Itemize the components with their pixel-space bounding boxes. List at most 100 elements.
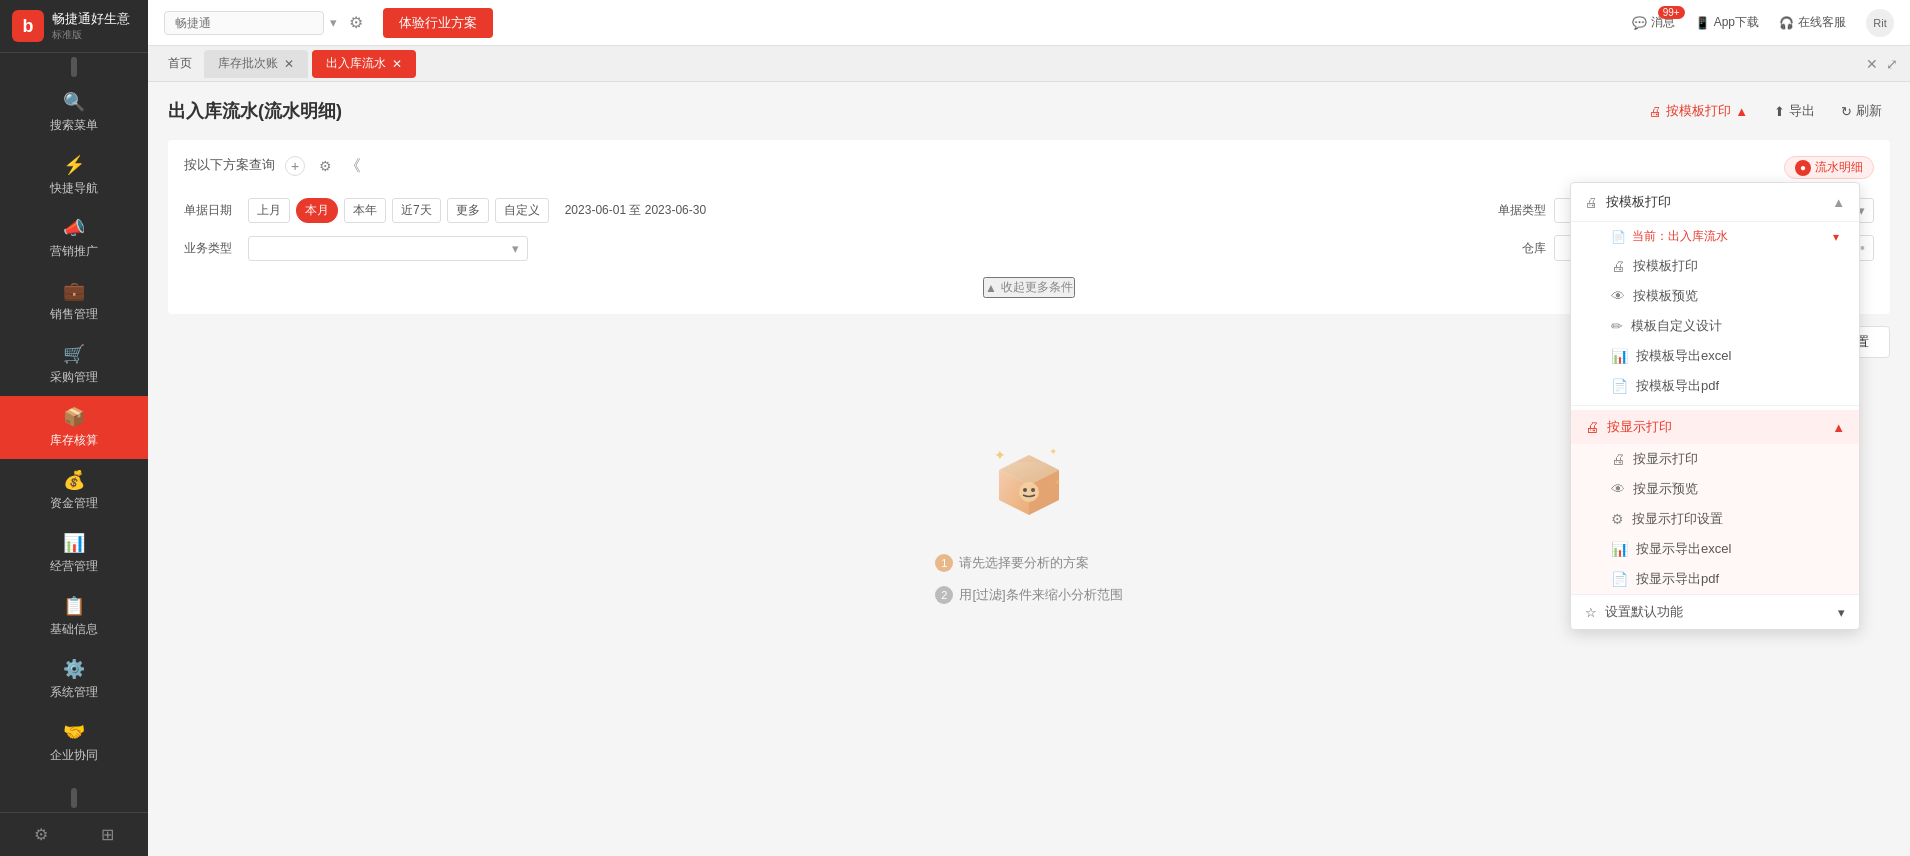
message-badge: 99+ [1658, 6, 1685, 19]
tab-flow-close[interactable]: ✕ [392, 57, 402, 71]
gear-icon: ⚙️ [63, 658, 85, 680]
page-header: 出入库流水(流水明细) 🖨 按模板打印 ▲ ⬆ 导出 ↻ [168, 98, 1890, 124]
refresh-btn[interactable]: ↻ 刷新 [1833, 98, 1890, 124]
sidebar-item-finance[interactable]: 💰 资金管理 [0, 459, 148, 522]
sidebar-item-label: 系统管理 [50, 684, 98, 701]
display-section-arrow[interactable]: ▲ [1832, 420, 1845, 435]
display-print-section-header[interactable]: 🖨 按显示打印 ▲ [1571, 410, 1859, 444]
sidebar-item-search[interactable]: 🔍 搜索菜单 [0, 81, 148, 144]
topbar: ▾ ⚙ 体验行业方案 💬 消息 99+ 📱 App下载 🎧 在线客服 [148, 0, 1910, 46]
display-print-btn[interactable]: 🖨 按显示打印 [1571, 444, 1859, 474]
display-excel-icon: 📊 [1611, 541, 1628, 557]
svg-text:✦: ✦ [1049, 446, 1057, 457]
tab-flow[interactable]: 出入库流水 ✕ [312, 50, 416, 78]
print-panel-header: 🖨 按模板打印 ▲ [1571, 183, 1859, 222]
sidebar-scroll-down[interactable] [71, 788, 77, 808]
online-service-btn[interactable]: 🎧 在线客服 [1779, 14, 1846, 31]
sidebar-item-operations[interactable]: 📊 经营管理 [0, 522, 148, 585]
step-2-circle: 2 [935, 586, 953, 604]
svg-text:✦: ✦ [1054, 478, 1061, 487]
filter-tag-icon: ● [1795, 160, 1811, 176]
date-filter-buttons: 上月 本月 本年 近7天 更多 自定义 [248, 198, 549, 223]
sidebar-item-purchase[interactable]: 🛒 采购管理 [0, 333, 148, 396]
tab-batch[interactable]: 库存批次账 ✕ [204, 50, 308, 78]
tab-flow-label: 出入库流水 [326, 55, 386, 72]
sidebar-item-newbie[interactable]: 🎯 新手引导 [0, 774, 148, 784]
display-export-pdf-btn[interactable]: 📄 按显示导出pdf [1571, 564, 1859, 594]
display-print-label: 按显示打印 [1633, 450, 1698, 468]
print-template-btn[interactable]: 🖨 按模板打印 ▲ [1641, 98, 1756, 124]
topbar-gear-icon[interactable]: ⚙ [349, 13, 363, 32]
empty-state-steps: 1 请先选择要分析的方案 2 用[过滤]条件来缩小分析范围 [935, 550, 1122, 608]
sidebar-item-label: 基础信息 [50, 621, 98, 638]
template-export-pdf-btn[interactable]: 📄 按模板导出pdf [1571, 371, 1859, 401]
user-avatar[interactable]: Rit [1866, 9, 1894, 37]
date-btn-this-month[interactable]: 本月 [296, 198, 338, 223]
display-print-settings-btn[interactable]: ⚙ 按显示打印设置 [1571, 504, 1859, 534]
template-print-btn[interactable]: 🖨 按模板打印 [1571, 251, 1859, 281]
display-settings-icon: ⚙ [1611, 511, 1624, 527]
page-content: 出入库流水(流水明细) 🖨 按模板打印 ▲ ⬆ 导出 ↻ [148, 82, 1910, 856]
settings-footer-btn[interactable]: ⚙ [34, 825, 48, 844]
template-preview-btn[interactable]: 👁 按模板预览 [1571, 281, 1859, 311]
default-settings-btn[interactable]: ☆ 设置默认功能 ▾ [1571, 594, 1859, 629]
app-download-btn[interactable]: 📱 App下载 [1695, 14, 1759, 31]
sidebar-item-label: 搜索菜单 [50, 117, 98, 134]
date-btn-7days[interactable]: 近7天 [392, 198, 441, 223]
sidebar-item-system[interactable]: ⚙️ 系统管理 [0, 648, 148, 711]
sidebar-scroll-up[interactable] [71, 57, 77, 77]
template-custom-btn[interactable]: ✏ 模板自定义设计 [1571, 311, 1859, 341]
filter-label: 按以下方案查询 [184, 156, 275, 174]
sidebar-logo: b 畅捷通好生意 标准版 [0, 0, 148, 53]
refresh-icon: ↻ [1841, 104, 1852, 119]
tab-batch-close[interactable]: ✕ [284, 57, 294, 71]
display-preview-btn[interactable]: 👁 按显示预览 [1571, 474, 1859, 504]
collapse-more-btn[interactable]: ▲ 收起更多条件 [983, 277, 1075, 298]
tabs-right: ✕ ⤢ [1866, 56, 1898, 72]
sidebar-item-basic[interactable]: 📋 基础信息 [0, 585, 148, 648]
sidebar-item-label: 资金管理 [50, 495, 98, 512]
print-current-arrow[interactable]: ▾ [1833, 230, 1839, 244]
display-print-settings-label: 按显示打印设置 [1632, 510, 1723, 528]
sidebar-nav: 🔍 搜索菜单 ⚡ 快捷导航 📣 营销推广 💼 销售管理 🛒 采购管理 📦 [0, 81, 148, 784]
add-filter-btn[interactable]: + [285, 156, 305, 176]
default-settings-arrow[interactable]: ▾ [1838, 605, 1845, 620]
export-btn[interactable]: ⬆ 导出 [1766, 98, 1823, 124]
svg-text:✦: ✦ [994, 447, 1006, 463]
lightning-icon: ⚡ [63, 154, 85, 176]
filter-collapse-left-btn[interactable]: 《 [345, 156, 361, 177]
expand-tab-btn[interactable]: ⤢ [1886, 56, 1898, 72]
print-panel-close-arrow[interactable]: ▲ [1832, 195, 1845, 210]
sidebar-item-label: 企业协同 [50, 747, 98, 764]
biz-type-dropdown-arrow: ▾ [512, 241, 519, 256]
print-template-label: 按模板打印 [1666, 102, 1731, 120]
search-dropdown-icon[interactable]: ▾ [330, 15, 337, 30]
trial-btn[interactable]: 体验行业方案 [383, 8, 493, 38]
date-btn-last-month[interactable]: 上月 [248, 198, 290, 223]
template-export-excel-btn[interactable]: 📊 按模板导出excel [1571, 341, 1859, 371]
topbar-search-input[interactable] [164, 11, 324, 35]
active-filter-tag: ● 流水明细 [1784, 156, 1874, 179]
sidebar-item-marketing[interactable]: 📣 营销推广 [0, 207, 148, 270]
close-all-tab-btn[interactable]: ✕ [1866, 56, 1878, 72]
filter-settings-btn[interactable]: ⚙ [315, 156, 335, 176]
print-dropdown-arrow[interactable]: ▲ [1735, 104, 1748, 119]
collapse-footer-btn[interactable]: ⊞ [101, 825, 114, 844]
collapse-arrow-icon: ▲ [985, 281, 997, 295]
brand-name: 畅捷通好生意 [52, 11, 130, 28]
display-export-excel-btn[interactable]: 📊 按显示导出excel [1571, 534, 1859, 564]
date-btn-custom[interactable]: 自定义 [495, 198, 549, 223]
sidebar-item-sales[interactable]: 💼 销售管理 [0, 270, 148, 333]
phone-icon: 📱 [1695, 16, 1710, 30]
sidebar-item-shortcut[interactable]: ⚡ 快捷导航 [0, 144, 148, 207]
message-btn[interactable]: 💬 消息 99+ [1632, 14, 1675, 31]
sidebar-item-enterprise[interactable]: 🤝 企业协同 [0, 711, 148, 774]
sidebar-item-inventory[interactable]: 📦 库存核算 [0, 396, 148, 459]
biz-type-select[interactable]: ▾ [248, 236, 528, 261]
display-print-section-icon: 🖨 [1585, 419, 1599, 435]
date-btn-more[interactable]: 更多 [447, 198, 489, 223]
tab-home[interactable]: 首页 [160, 55, 200, 72]
date-btn-this-year[interactable]: 本年 [344, 198, 386, 223]
template-print-label: 按模板打印 [1633, 257, 1698, 275]
main-area: ▾ ⚙ 体验行业方案 💬 消息 99+ 📱 App下载 🎧 在线客服 [148, 0, 1910, 856]
